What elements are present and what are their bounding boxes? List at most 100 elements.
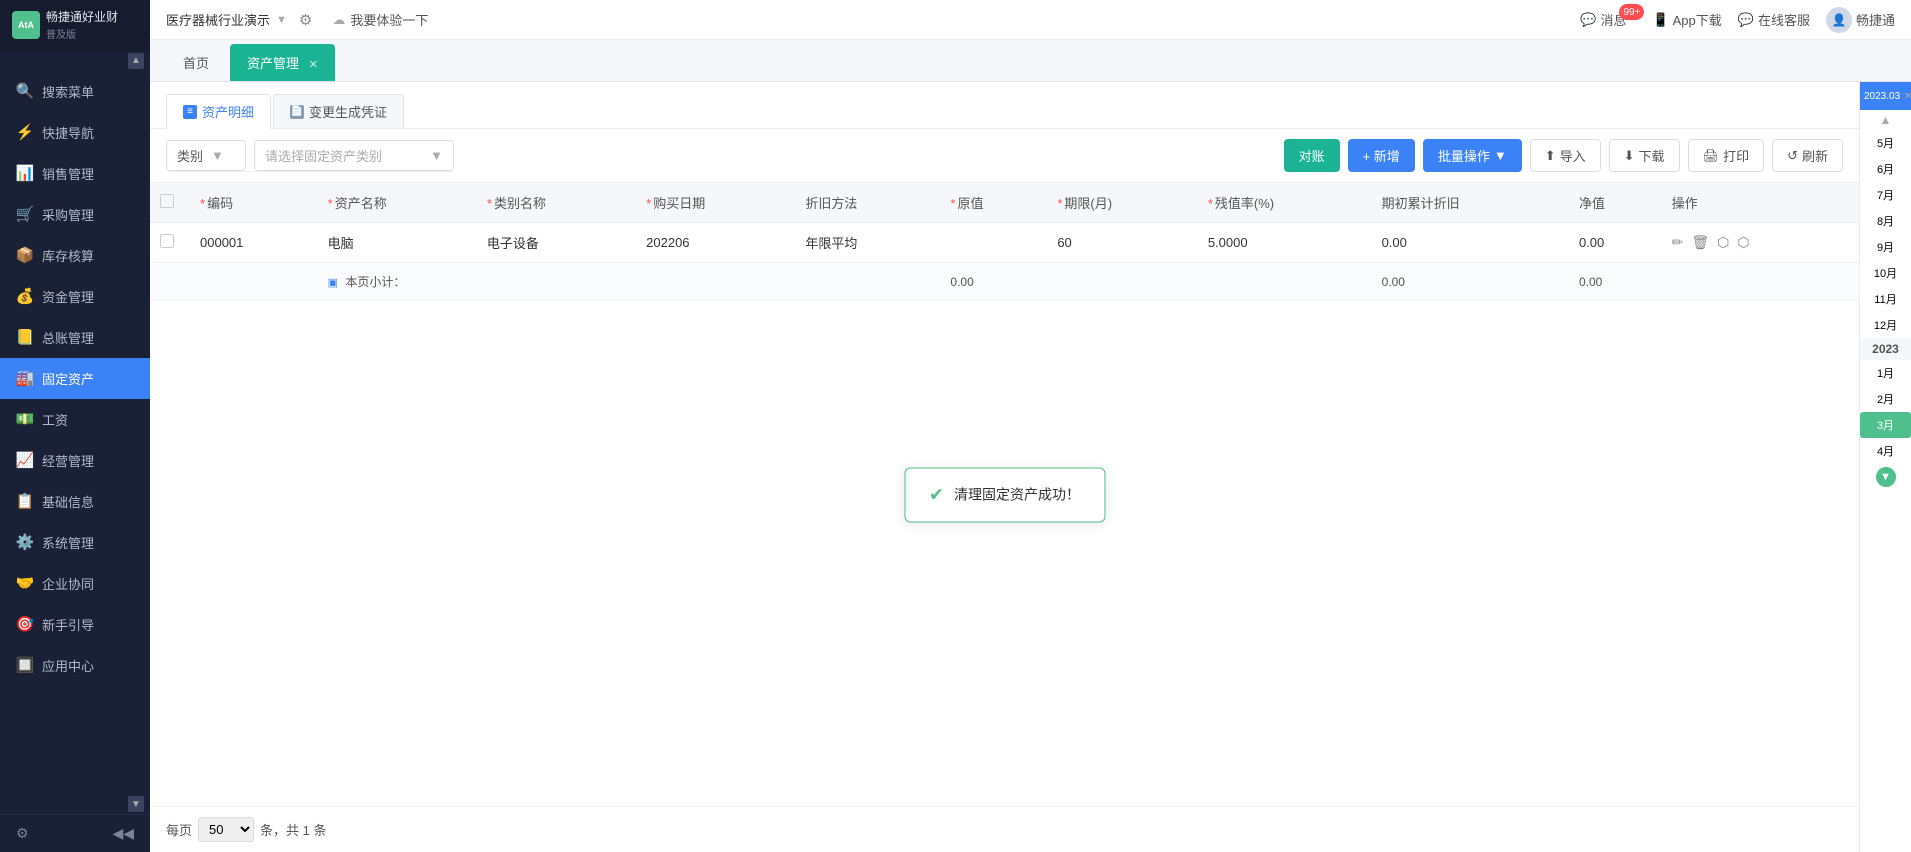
calendar-month-11[interactable]: 11月: [1860, 286, 1911, 312]
search-icon: 🔍: [16, 82, 34, 100]
th-accumulated: 期初累计折旧: [1372, 183, 1569, 223]
sidebar-item-wage[interactable]: 💵 工资: [0, 399, 150, 440]
sidebar-item-enterprise[interactable]: 🤝 企业协同: [0, 563, 150, 604]
app-download-label: App下载: [1673, 10, 1722, 29]
calendar-month-3-current[interactable]: 3月: [1860, 412, 1911, 438]
subtotal-net-value: 0.00: [1579, 275, 1602, 289]
online-service-btn[interactable]: 💬 在线客服: [1738, 10, 1810, 29]
sidebar-item-search[interactable]: 🔍 搜索菜单: [0, 71, 150, 112]
calendar-month-8[interactable]: 8月: [1860, 208, 1911, 234]
category-value-filter[interactable]: 请选择固定资产类别 ▼: [254, 140, 454, 171]
subtab-asset-list[interactable]: ≡ 资产明细: [166, 94, 271, 129]
calendar-month-6[interactable]: 6月: [1860, 156, 1911, 182]
wage-icon: 💵: [16, 410, 34, 428]
reconcile-button[interactable]: 对账: [1284, 139, 1340, 172]
scroll-down-circle-btn[interactable]: ▼: [1876, 467, 1896, 487]
calendar-month-12[interactable]: 12月: [1860, 312, 1911, 338]
sidebar-item-label: 搜索菜单: [42, 82, 94, 101]
subtotal-empty: [150, 263, 318, 301]
sidebar-item-system[interactable]: ⚙️ 系统管理: [0, 522, 150, 563]
experience-btn[interactable]: ☁ 我要体验一下: [332, 10, 428, 29]
sidebar-item-funds[interactable]: 💰 资金管理: [0, 276, 150, 317]
more-icon[interactable]: ⬡: [1737, 234, 1749, 251]
col-name-label: 资产名称: [335, 196, 387, 211]
calendar-month-2[interactable]: 2月: [1860, 386, 1911, 412]
messages-icon: 💬: [1580, 12, 1596, 28]
app-download-btn[interactable]: 📱 App下载: [1652, 10, 1721, 29]
print-label: 打印: [1723, 146, 1749, 165]
calendar-header-controls: ✕ ⤢: [1900, 88, 1911, 104]
sidebar-item-fixed-assets[interactable]: 🏭 固定资产: [0, 358, 150, 399]
calendar-month-9[interactable]: 9月: [1860, 234, 1911, 260]
print-icon: 🖨: [1703, 148, 1720, 164]
th-residual: *残值率(%): [1198, 183, 1372, 223]
company-name: 医疗器械行业演示: [166, 10, 270, 29]
col-period-label: 期限(月): [1064, 196, 1112, 211]
td-period: 60: [1047, 223, 1198, 263]
row-checkbox[interactable]: [160, 234, 174, 248]
sidebar-item-shortcut[interactable]: ⚡ 快捷导航: [0, 112, 150, 153]
sidebar-item-operations[interactable]: 📈 经营管理: [0, 440, 150, 481]
new-button[interactable]: + 新增: [1348, 139, 1415, 172]
edit-icon[interactable]: ✏: [1672, 234, 1684, 251]
calendar-month-5[interactable]: 5月: [1860, 130, 1911, 156]
download-button[interactable]: ⬇ 下载: [1609, 139, 1680, 172]
category-filter[interactable]: 类别 ▼: [166, 140, 246, 171]
settings-icon[interactable]: ⚙: [16, 825, 29, 842]
chevron-down-icon: ▼: [1880, 471, 1891, 483]
sidebar-scroll-up[interactable]: ▲: [128, 53, 144, 69]
sidebar-item-label: 固定资产: [42, 369, 94, 388]
guide-icon: 🎯: [16, 615, 34, 633]
sidebar-item-sales[interactable]: 📊 销售管理: [0, 153, 150, 194]
main-content: 医疗器械行业演示 ▼ ⚙ ☁ 我要体验一下 💬 消息 99+ 📱 App下载 💬…: [150, 0, 1911, 852]
calendar-header: 2023.03 ✕ ⤢: [1860, 82, 1911, 110]
apps-icon: 🔲: [16, 656, 34, 674]
sidebar-item-apps[interactable]: 🔲 应用中心: [0, 645, 150, 686]
calendar-month-1[interactable]: 1月: [1860, 360, 1911, 386]
td-residual: 5.0000: [1198, 223, 1372, 263]
sidebar-item-inventory[interactable]: 📦 库存核算: [0, 235, 150, 276]
tab-close-icon[interactable]: ✕: [309, 59, 318, 71]
row-accumulated: 0.00: [1382, 235, 1407, 250]
per-page-label: 每页: [166, 820, 192, 839]
td-code: 000001: [190, 223, 318, 263]
experience-label: 我要体验一下: [350, 10, 428, 29]
calendar-month-10[interactable]: 10月: [1860, 260, 1911, 286]
company-selector[interactable]: 医疗器械行业演示 ▼: [166, 10, 287, 29]
refresh-button[interactable]: ↺ 刷新: [1772, 139, 1843, 172]
messages-btn[interactable]: 💬 消息 99+: [1580, 10, 1636, 29]
tab-home[interactable]: 首页: [166, 44, 226, 81]
subtotal-original: 0.00: [940, 263, 1047, 301]
tab-asset[interactable]: 资产管理 ✕: [230, 44, 335, 81]
scroll-up-icon[interactable]: ▲: [1880, 113, 1892, 127]
subtab-voucher[interactable]: 📄 变更生成凭证: [273, 94, 404, 128]
sidebar-item-guide[interactable]: 🎯 新手引导: [0, 604, 150, 645]
calendar-month-4[interactable]: 4月: [1860, 438, 1911, 464]
sidebar-item-label: 系统管理: [42, 533, 94, 552]
calendar-month-7[interactable]: 7月: [1860, 182, 1911, 208]
sidebar-item-ledger[interactable]: 📒 总账管理: [0, 317, 150, 358]
delete-icon[interactable]: 🗑: [1691, 234, 1709, 251]
sidebar-item-basic[interactable]: 📋 基础信息: [0, 481, 150, 522]
service-icon: 💬: [1738, 12, 1754, 28]
toast-message: 清理固定资产成功！: [954, 485, 1080, 505]
subtotal-icon: ▣: [328, 277, 338, 289]
sidebar-item-label: 企业协同: [42, 574, 94, 593]
batch-ops-button[interactable]: 批量操作 ▼: [1423, 139, 1522, 172]
purchase-icon: 🛒: [16, 205, 34, 223]
calendar-close-icon[interactable]: ✕: [1900, 88, 1911, 104]
sidebar-scroll-down[interactable]: ▼: [128, 796, 144, 812]
print-button[interactable]: 🖨 打印: [1688, 139, 1765, 172]
sidebar-item-purchase[interactable]: 🛒 采购管理: [0, 194, 150, 235]
subtotal-empty5: [1198, 263, 1372, 301]
import-button[interactable]: ⬆ 导入: [1530, 139, 1601, 172]
td-net-value: 0.00: [1569, 223, 1662, 263]
user-menu[interactable]: 👤 畅捷通: [1826, 7, 1895, 33]
collapse-icon[interactable]: ◀◀: [112, 825, 134, 842]
copy-icon[interactable]: ⬡: [1717, 234, 1729, 251]
sales-icon: 📊: [16, 164, 34, 182]
col-net-value-label: 净值: [1579, 196, 1605, 211]
per-page-select[interactable]: 50 100 200: [198, 817, 254, 842]
select-all-checkbox[interactable]: [160, 194, 174, 208]
topbar-gear-icon[interactable]: ⚙: [299, 11, 312, 29]
